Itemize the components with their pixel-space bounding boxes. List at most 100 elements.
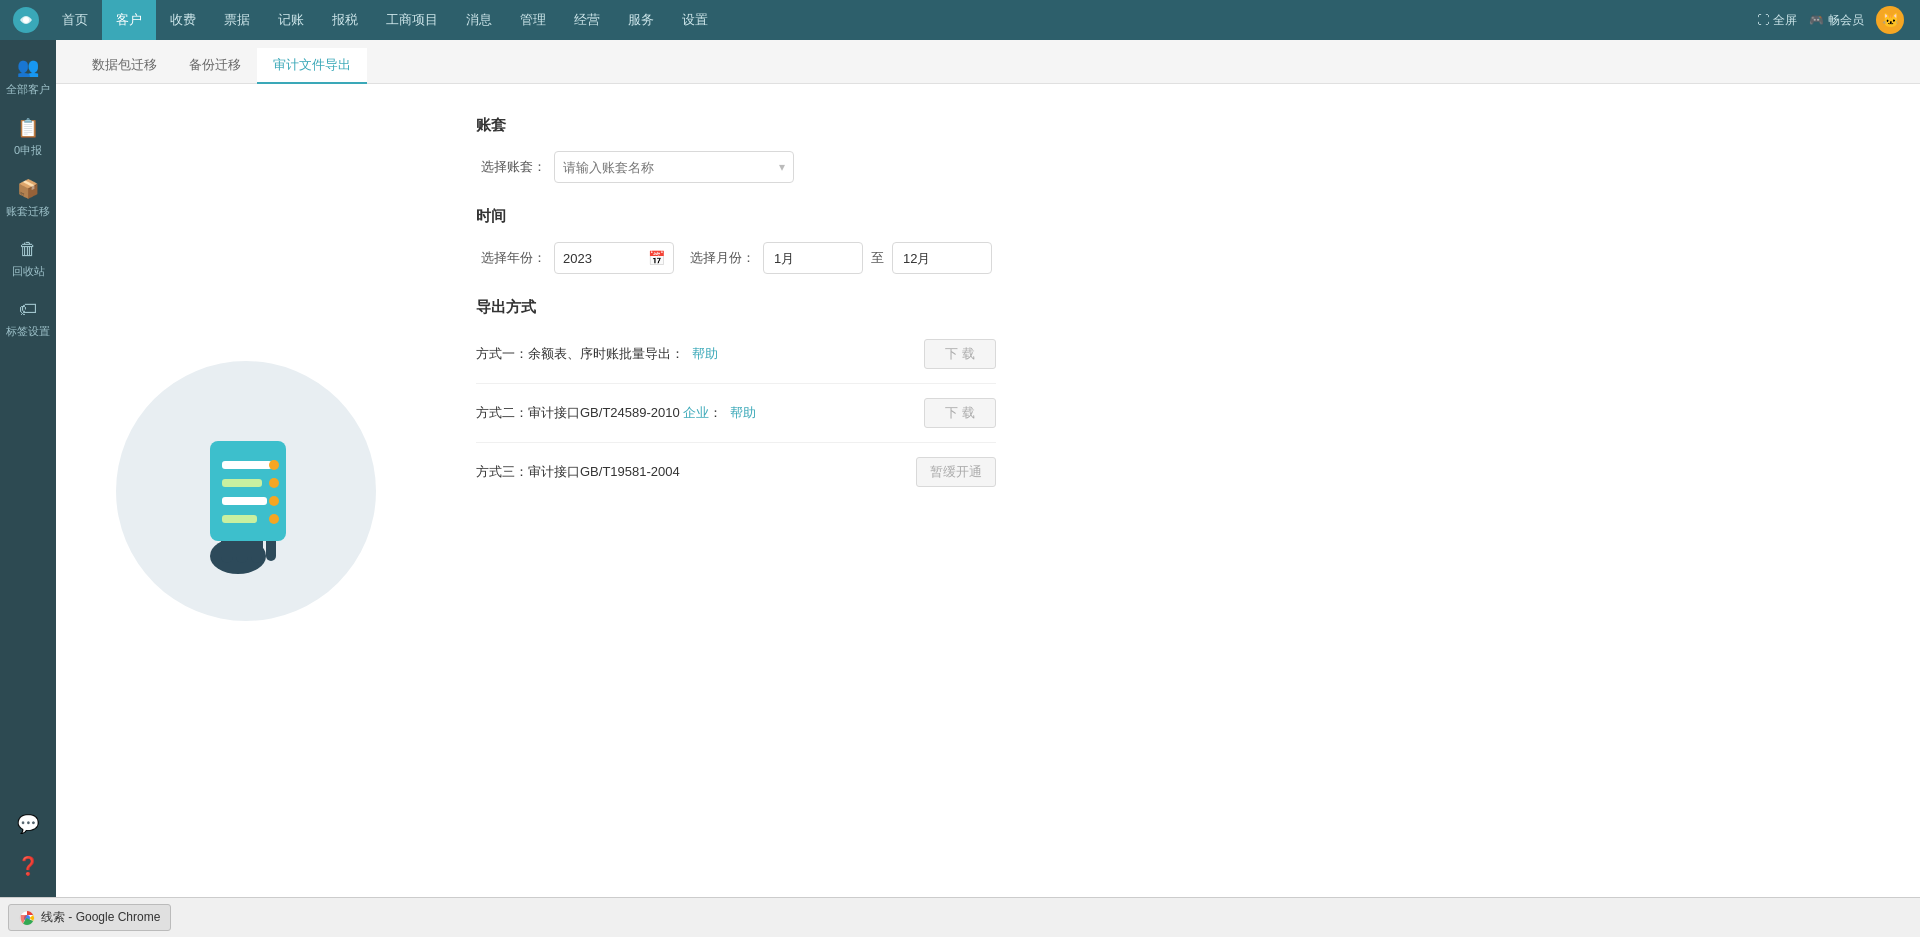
fullscreen-icon: ⛶: [1757, 13, 1769, 27]
avatar[interactable]: 🐱: [1876, 6, 1904, 34]
svg-point-15: [269, 514, 279, 524]
svg-rect-10: [222, 497, 267, 505]
tag-settings-icon: 🏷: [19, 299, 37, 320]
svg-rect-8: [222, 461, 272, 469]
export-method-1: 方式一：余额表、序时账批量导出： 帮助 下 载: [476, 325, 996, 384]
download-btn-1[interactable]: 下 载: [924, 339, 996, 369]
vip-btn[interactable]: 🎮 畅会员: [1809, 12, 1864, 29]
sidebar-item-label: 0申报: [14, 143, 42, 158]
nav-item-operation[interactable]: 经营: [560, 0, 614, 40]
account-migrate-icon: 📦: [17, 178, 39, 200]
tab-data-package[interactable]: 数据包迁移: [76, 48, 173, 84]
help-icon: ❓: [17, 855, 39, 877]
month-start-select[interactable]: 1月2月3月4月 5月6月7月8月 9月10月11月12月: [763, 242, 863, 274]
sidebar-bottom: 💬 ❓: [2, 805, 54, 897]
account-select-wrapper[interactable]: ▾: [554, 151, 794, 183]
logo: [8, 2, 44, 38]
taskbar-label: 线索 - Google Chrome: [41, 909, 160, 926]
nav-item-client[interactable]: 客户: [102, 0, 156, 40]
export-section-title: 导出方式: [476, 298, 1880, 317]
nav-item-bookkeeping[interactable]: 记账: [264, 0, 318, 40]
export-method-1-help[interactable]: 帮助: [692, 346, 718, 361]
sidebar-item-help[interactable]: ❓: [2, 847, 54, 885]
tab-audit-export[interactable]: 审计文件导出: [257, 48, 367, 84]
account-section-title: 账套: [476, 116, 1880, 135]
page-content: 账套 选择账套： ▾ 时间 选择年份： 📅 选择月份：: [56, 84, 1920, 897]
account-input[interactable]: [563, 160, 779, 175]
vip-icon: 🎮: [1809, 13, 1824, 27]
sidebar-item-label: 回收站: [12, 264, 45, 279]
sidebar-item-label: 标签设置: [6, 324, 50, 339]
sidebar-item-all-clients[interactable]: 👥 全部客户: [2, 48, 54, 105]
year-label: 选择年份：: [476, 249, 546, 267]
month-end-select[interactable]: 1月2月3月4月 5月6月7月8月 9月10月11月12月: [892, 242, 992, 274]
svg-point-14: [269, 496, 279, 506]
top-nav: 首页 客户 收费 票据 记账 报税 工商项目 消息 管理 经营 服务 设置 ⛶ …: [0, 0, 1920, 40]
nav-item-settings[interactable]: 设置: [668, 0, 722, 40]
nav-item-biz[interactable]: 工商项目: [372, 0, 452, 40]
chrome-icon: [19, 910, 35, 926]
month-start-label: 选择月份：: [690, 249, 755, 267]
top-nav-right: ⛶ 全屏 🎮 畅会员 🐱: [1757, 6, 1920, 34]
time-section-title: 时间: [476, 207, 1880, 226]
illustration-panel: [56, 84, 436, 897]
sidebar-item-tag-settings[interactable]: 🏷 标签设置: [2, 291, 54, 347]
content-area: 数据包迁移 备份迁移 审计文件导出: [56, 40, 1920, 897]
calendar-icon: 📅: [648, 250, 665, 266]
export-method-3-desc: 方式三：审计接口GB/T19581-2004: [476, 463, 680, 481]
vip-label: 畅会员: [1828, 12, 1864, 29]
chat-icon: 💬: [17, 813, 39, 835]
sidebar-item-label: 账套迁移: [6, 204, 50, 219]
export-method-2-label: 方式二：审计接口GB/T24589-2010: [476, 405, 680, 420]
all-clients-icon: 👥: [17, 56, 39, 78]
year-input-wrapper[interactable]: 📅: [554, 242, 674, 274]
tabs-bar: 数据包迁移 备份迁移 审计文件导出: [56, 40, 1920, 84]
export-method-3-label: 方式三：审计接口GB/T19581-2004: [476, 464, 680, 479]
account-dropdown-icon: ▾: [779, 160, 785, 174]
export-section: 导出方式 方式一：余额表、序时账批量导出： 帮助 下 载 方式二：审计接口GB/…: [476, 298, 1880, 501]
account-select-row: 选择账套： ▾: [476, 151, 1880, 183]
download-btn-2[interactable]: 下 载: [924, 398, 996, 428]
nav-item-service[interactable]: 服务: [614, 0, 668, 40]
nav-item-home[interactable]: 首页: [48, 0, 102, 40]
fullscreen-btn[interactable]: ⛶ 全屏: [1757, 12, 1797, 29]
sidebar-item-recycle[interactable]: 🗑 回收站: [2, 231, 54, 287]
nav-item-invoice[interactable]: 票据: [210, 0, 264, 40]
svg-rect-11: [222, 515, 257, 523]
vip-btn-3[interactable]: 暂缓开通: [916, 457, 996, 487]
month-end-wrapper: 1月2月3月4月 5月6月7月8月 9月10月11月12月: [892, 242, 992, 274]
sidebar-item-zero-declare[interactable]: 📋 0申报: [2, 109, 54, 166]
export-method-1-label: 方式一：余额表、序时账批量导出：: [476, 346, 684, 361]
sidebar-item-label: 全部客户: [6, 82, 50, 97]
illustration-svg: [166, 401, 326, 581]
svg-point-12: [269, 460, 279, 470]
export-method-2-company[interactable]: 企业: [683, 405, 709, 420]
illustration-circle: [116, 361, 376, 621]
recycle-icon: 🗑: [19, 239, 37, 260]
time-separator: 至: [871, 249, 884, 267]
sidebar: 👥 全部客户 📋 0申报 📦 账套迁移 🗑 回收站 🏷 标签设置 💬 ❓: [0, 40, 56, 897]
taskbar: 线索 - Google Chrome: [0, 897, 1920, 937]
nav-items: 首页 客户 收费 票据 记账 报税 工商项目 消息 管理 经营 服务 设置: [48, 0, 1757, 40]
export-method-2-help[interactable]: 帮助: [730, 405, 756, 420]
svg-rect-7: [210, 441, 286, 541]
nav-item-tax[interactable]: 报税: [318, 0, 372, 40]
sidebar-item-chat[interactable]: 💬: [2, 805, 54, 843]
export-method-2: 方式二：审计接口GB/T24589-2010 企业： 帮助 下 载: [476, 384, 996, 443]
year-input[interactable]: [563, 251, 648, 266]
fullscreen-label: 全屏: [1773, 12, 1797, 29]
export-method-3: 方式三：审计接口GB/T19581-2004 暂缓开通: [476, 443, 996, 501]
taskbar-chrome[interactable]: 线索 - Google Chrome: [8, 904, 171, 931]
form-panel: 账套 选择账套： ▾ 时间 选择年份： 📅 选择月份：: [436, 84, 1920, 897]
month-start-wrapper: 1月2月3月4月 5月6月7月8月 9月10月11月12月: [763, 242, 863, 274]
tab-backup[interactable]: 备份迁移: [173, 48, 257, 84]
sidebar-item-account-migrate[interactable]: 📦 账套迁移: [2, 170, 54, 227]
export-method-1-desc: 方式一：余额表、序时账批量导出： 帮助: [476, 345, 718, 363]
nav-item-message[interactable]: 消息: [452, 0, 506, 40]
svg-point-1: [23, 17, 29, 23]
time-row: 选择年份： 📅 选择月份： 1月2月3月4月 5月6月7月8月 9月10月11月…: [476, 242, 1880, 274]
nav-item-fee[interactable]: 收费: [156, 0, 210, 40]
svg-rect-9: [222, 479, 262, 487]
nav-item-manage[interactable]: 管理: [506, 0, 560, 40]
main-layout: 👥 全部客户 📋 0申报 📦 账套迁移 🗑 回收站 🏷 标签设置 💬 ❓: [0, 40, 1920, 897]
